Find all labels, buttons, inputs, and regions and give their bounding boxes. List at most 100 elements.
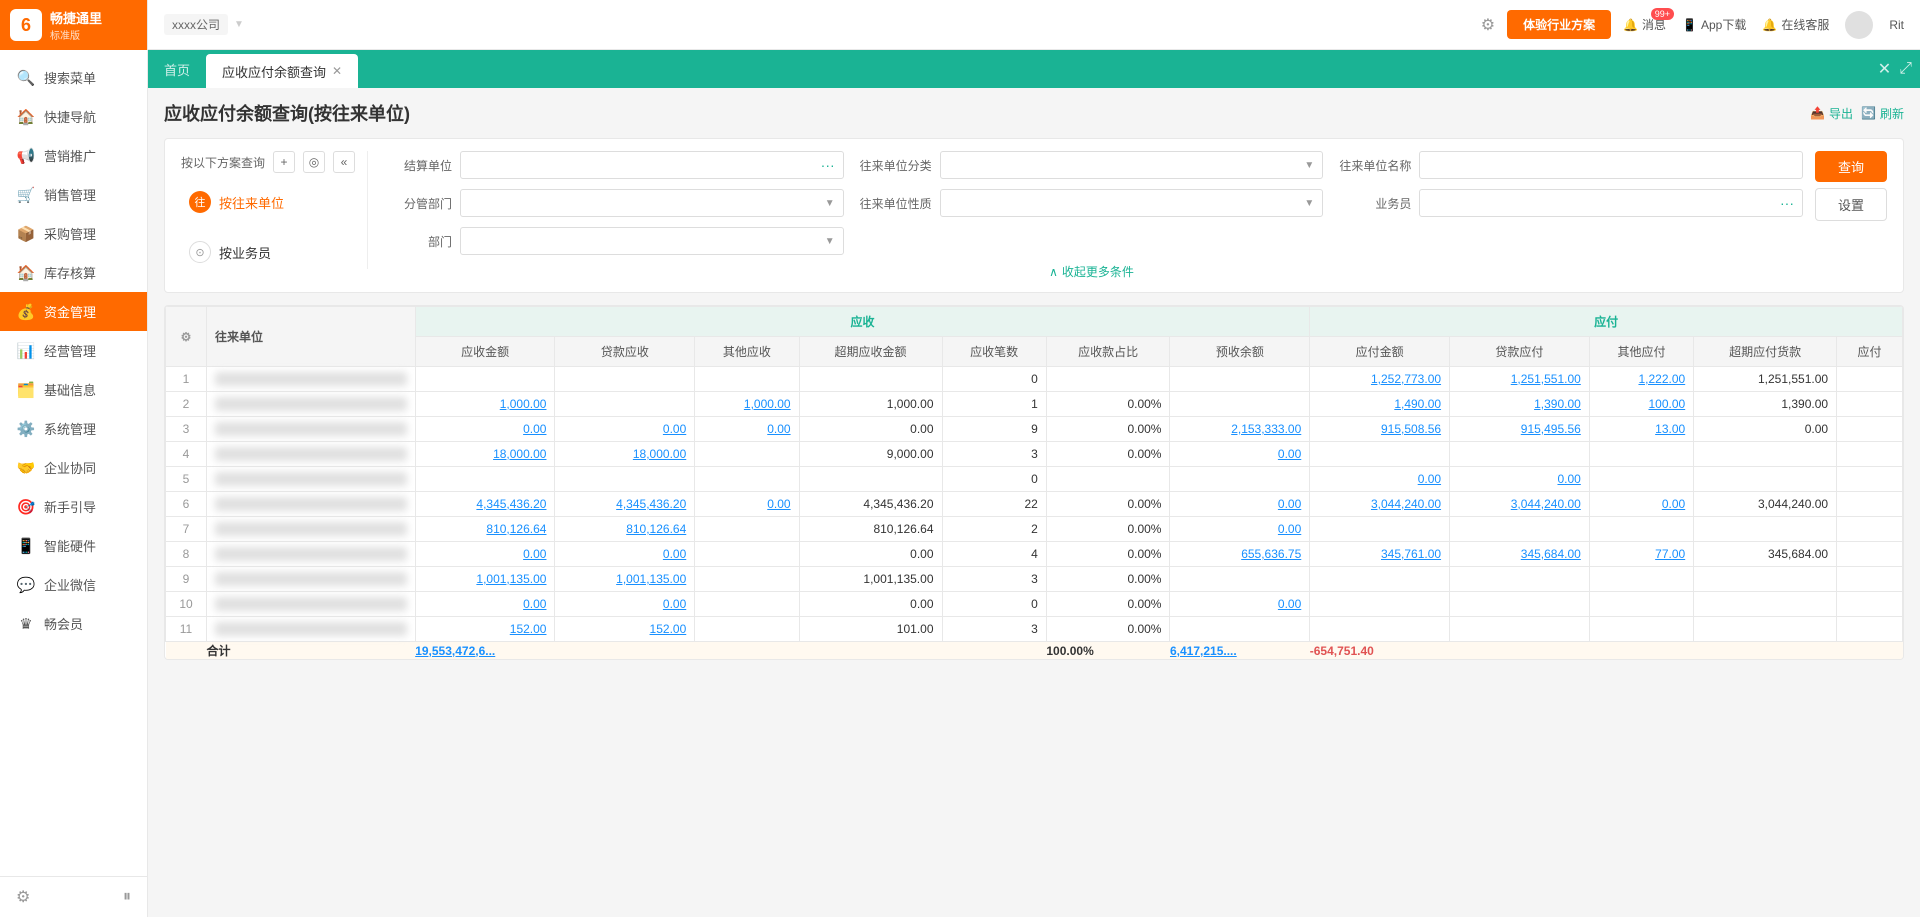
row-ar-ratio: 0.00% (1046, 617, 1170, 642)
sidebar-item-beginner-guide[interactable]: 🎯 新手引导 (0, 487, 147, 526)
option-by-salesperson[interactable]: ⊙ 按业务员 (189, 235, 355, 269)
industry-btn[interactable]: 体验行业方案 (1507, 10, 1611, 39)
sidebar-item-enterprise-wechat[interactable]: 💬 企业微信 (0, 565, 147, 604)
row-ar-amount-link[interactable]: 0.00 (523, 547, 546, 561)
row-ap-amount-link[interactable]: 345,761.00 (1381, 547, 1441, 561)
row-ar-amount-link[interactable]: 1,001,135.00 (476, 572, 546, 586)
row-loan-ar-link[interactable]: 810,126.64 (626, 522, 686, 536)
tab-home[interactable]: 首页 (148, 50, 206, 88)
sidebar-item-vip[interactable]: ♛ 畅会员 (0, 604, 147, 643)
total-ar-amount-link[interactable]: 19,553,472,6... (415, 644, 495, 658)
sidebar-item-marketing[interactable]: 📢 营销推广 (0, 136, 147, 175)
row-prepay-link[interactable]: 0.00 (1278, 597, 1301, 611)
partner-nature-input[interactable]: ▼ (940, 189, 1324, 217)
sidebar-item-smart-hardware[interactable]: 📱 智能硬件 (0, 526, 147, 565)
dept-manage-input[interactable]: ▼ (460, 189, 844, 217)
tab-ar-ap[interactable]: 应收应付余额查询 ✕ (206, 54, 358, 88)
row-prepay-link[interactable]: 655,636.75 (1241, 547, 1301, 561)
row-ap-amount-link[interactable]: 3,044,240.00 (1371, 497, 1441, 511)
query-btn[interactable]: 查询 (1815, 151, 1887, 182)
row-other-ap-link[interactable]: 100.00 (1648, 397, 1685, 411)
row-loan-ap-link[interactable]: 0.00 (1557, 472, 1580, 486)
row-loan-ar-link[interactable]: 4,345,436.20 (616, 497, 686, 511)
row-ar-amount-link[interactable]: 1,000.00 (500, 397, 547, 411)
salesperson-input[interactable]: ··· (1419, 189, 1803, 217)
export-btn[interactable]: 📤 导出 (1810, 105, 1853, 122)
row-loan-ar-link[interactable]: 18,000.00 (633, 447, 686, 461)
collapse-icon[interactable]: ⏸ (123, 888, 131, 906)
row-prepay-link[interactable]: 0.00 (1278, 497, 1301, 511)
row-loan-ap-link[interactable]: 3,044,240.00 (1511, 497, 1581, 511)
row-no: 9 (166, 567, 207, 592)
row-loan-ar-link[interactable]: 0.00 (663, 547, 686, 561)
row-loan-ar-link[interactable]: 0.00 (663, 422, 686, 436)
avatar[interactable] (1845, 11, 1873, 39)
row-other-ap-link[interactable]: 0.00 (1662, 497, 1685, 511)
sidebar-item-quick-nav[interactable]: 🏠 快捷导航 (0, 97, 147, 136)
settings-icon[interactable]: ⚙ (16, 887, 30, 907)
tab-expand-btn[interactable]: ⤢ (1899, 60, 1912, 78)
row-other-ap-link[interactable]: 77.00 (1655, 547, 1685, 561)
row-loan-ap-link[interactable]: 1,251,551.00 (1511, 372, 1581, 386)
row-other-ar-link[interactable]: 0.00 (767, 497, 790, 511)
row-ar-amount-link[interactable]: 152.00 (510, 622, 547, 636)
sidebar-item-enterprise-coop[interactable]: 🤝 企业协同 (0, 448, 147, 487)
row-loan-ap-link[interactable]: 1,390.00 (1534, 397, 1581, 411)
settle-unit-input[interactable]: ··· (460, 151, 844, 179)
notification-btn[interactable]: 🔔 消息 99+ (1623, 16, 1666, 33)
sidebar-item-finance[interactable]: 💰 资金管理 (0, 292, 147, 331)
online-service-btn[interactable]: 🔔 在线客服 (1762, 16, 1829, 33)
sidebar-item-basic-info[interactable]: 🗂️ 基础信息 (0, 370, 147, 409)
row-no: 10 (166, 592, 207, 617)
row-ar-amount-link[interactable]: 18,000.00 (493, 447, 546, 461)
row-ar-amount-link[interactable]: 0.00 (523, 597, 546, 611)
sidebar-item-inventory[interactable]: 🏠 库存核算 (0, 253, 147, 292)
row-prepay-link[interactable]: 0.00 (1278, 522, 1301, 536)
row-loan-ar-link[interactable]: 1,001,135.00 (616, 572, 686, 586)
dept-input[interactable]: ▼ (460, 227, 844, 255)
settings-btn[interactable]: 设置 (1815, 188, 1887, 221)
row-prepay-link[interactable]: 2,153,333.00 (1231, 422, 1301, 436)
tab-close-icon[interactable]: ✕ (332, 64, 342, 78)
row-partner (207, 542, 416, 567)
sidebar-item-operations[interactable]: 📊 经营管理 (0, 331, 147, 370)
tab-close-btn[interactable]: ✕ (1878, 59, 1891, 79)
row-ap-amount-link[interactable]: 915,508.56 (1381, 422, 1441, 436)
row-ap-amount-link[interactable]: 1,490.00 (1394, 397, 1441, 411)
row-other-ap-link[interactable]: 1,222.00 (1638, 372, 1685, 386)
row-loan-ar: 0.00 (555, 592, 695, 617)
row-loan-ar-link[interactable]: 152.00 (650, 622, 687, 636)
row-loan-ap-link[interactable]: 915,495.56 (1521, 422, 1581, 436)
app-download-btn[interactable]: 📱 App下载 (1682, 16, 1746, 33)
sidebar-item-system[interactable]: ⚙️ 系统管理 (0, 409, 147, 448)
row-other-ap-link[interactable]: 13.00 (1655, 422, 1685, 436)
row-ap-suffix (1837, 517, 1903, 542)
sidebar-item-search-menu[interactable]: 🔍 搜索菜单 (0, 58, 147, 97)
row-ar-amount-link[interactable]: 810,126.64 (486, 522, 546, 536)
row-other-ar-link[interactable]: 0.00 (767, 422, 790, 436)
collapse-more-btn[interactable]: ∧ 收起更多条件 (380, 263, 1803, 280)
scheme-settings-btn[interactable]: ◎ (303, 151, 325, 173)
add-scheme-btn[interactable]: + (273, 151, 295, 173)
row-loan-ar-link[interactable]: 0.00 (663, 597, 686, 611)
table-settings-icon[interactable]: ⚙ (174, 325, 198, 349)
collapse-btn[interactable]: « (333, 151, 355, 173)
sidebar-item-purchase[interactable]: 📦 采购管理 (0, 214, 147, 253)
row-ar-amount-link[interactable]: 0.00 (523, 422, 546, 436)
sidebar-item-sales[interactable]: 🛒 销售管理 (0, 175, 147, 214)
row-loan-ap-link[interactable]: 345,684.00 (1521, 547, 1581, 561)
row-ap-amount-link[interactable]: 0.00 (1418, 472, 1441, 486)
row-prepay-link[interactable]: 0.00 (1278, 447, 1301, 461)
partner-type-input[interactable]: ▼ (940, 151, 1324, 179)
partner-name-input[interactable] (1419, 151, 1803, 179)
row-ap-amount-link[interactable]: 1,252,773.00 (1371, 372, 1441, 386)
option-by-partner[interactable]: 往 按往来单位 (189, 185, 355, 219)
total-prepay-link[interactable]: 6,417,215.... (1170, 644, 1237, 658)
header-gear-icon[interactable]: ⚙ (1481, 15, 1495, 35)
col-overdue-ar-header: 超期应收金额 (799, 337, 942, 367)
row-ar-amount-link[interactable]: 4,345,436.20 (476, 497, 546, 511)
row-loan-ap: 345,684.00 (1450, 542, 1590, 567)
content-area: 应收应付余额查询(按往来单位) 📤 导出 🔄 刷新 按以下方案查询 (148, 88, 1920, 672)
row-other-ar-link[interactable]: 1,000.00 (744, 397, 791, 411)
refresh-btn[interactable]: 🔄 刷新 (1861, 105, 1904, 122)
